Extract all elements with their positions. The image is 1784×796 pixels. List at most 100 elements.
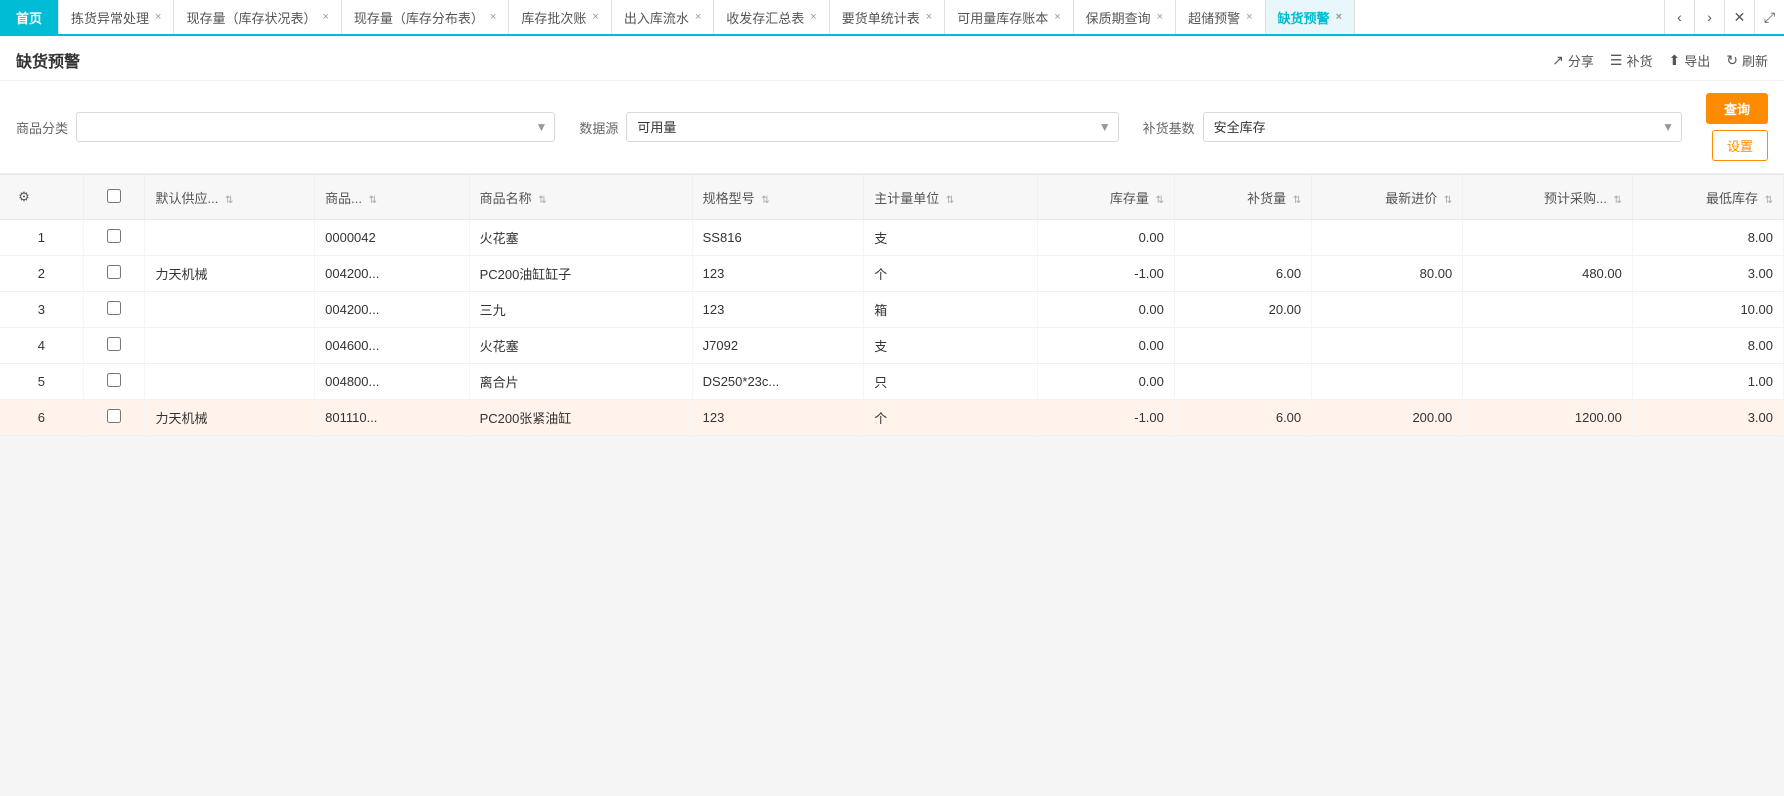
- page-header: 缺货预警 ↗ 分享 ☰ 补货 ⬆ 导出 ↻ 刷新: [0, 36, 1784, 81]
- refresh-icon: ↻: [1726, 52, 1738, 69]
- tab-7[interactable]: 要货单统计表 ×: [830, 0, 945, 34]
- cell-goods-name: PC200张紧油缸: [469, 400, 692, 436]
- th-replenish[interactable]: 补货量 ⇅: [1174, 175, 1311, 220]
- select-all-checkbox[interactable]: [107, 189, 121, 203]
- cell-checkbox[interactable]: [83, 292, 145, 328]
- cell-index: 3: [0, 292, 83, 328]
- cell-stock: -1.00: [1037, 400, 1174, 436]
- replenish-base-label: 补货基数: [1143, 118, 1195, 137]
- tab-10-close[interactable]: ×: [1246, 11, 1252, 23]
- cell-checkbox[interactable]: [83, 256, 145, 292]
- export-button[interactable]: ⬆ 导出: [1669, 51, 1711, 70]
- tab-5-close[interactable]: ×: [695, 11, 701, 23]
- tab-3-close[interactable]: ×: [490, 11, 496, 23]
- cell-index: 5: [0, 364, 83, 400]
- th-goods-no[interactable]: 商品... ⇅: [315, 175, 469, 220]
- row-checkbox[interactable]: [107, 337, 121, 351]
- cell-stock: 0.00: [1037, 364, 1174, 400]
- th-gear[interactable]: ⚙: [0, 175, 83, 220]
- cell-checkbox[interactable]: [83, 220, 145, 256]
- gear-icon[interactable]: ⚙: [10, 183, 38, 211]
- tab-home[interactable]: 首页: [0, 0, 59, 34]
- tab-10-label: 超储预警: [1188, 8, 1240, 27]
- th-latest-price[interactable]: 最新进价 ⇅: [1312, 175, 1463, 220]
- cell-goods-no: 801110...: [315, 400, 469, 436]
- tab-2-close[interactable]: ×: [322, 11, 328, 23]
- tab-3[interactable]: 现存量（库存分布表） ×: [342, 0, 509, 34]
- supplier-sort-icon: ⇅: [225, 195, 233, 206]
- tab-close-current[interactable]: ✕: [1724, 0, 1754, 34]
- cell-unit: 只: [864, 364, 1037, 400]
- th-goods-name-label: 商品名称: [480, 191, 532, 206]
- th-select-all[interactable]: [83, 175, 145, 220]
- tab-7-close[interactable]: ×: [926, 11, 932, 23]
- tab-6[interactable]: 收发存汇总表 ×: [714, 0, 829, 34]
- th-unit[interactable]: 主计量单位 ⇅: [864, 175, 1037, 220]
- th-est-purchase[interactable]: 预计采购... ⇅: [1463, 175, 1633, 220]
- query-button[interactable]: 查询: [1706, 93, 1768, 124]
- row-checkbox[interactable]: [107, 301, 121, 315]
- export-label: 导出: [1684, 51, 1710, 70]
- row-checkbox[interactable]: [107, 229, 121, 243]
- tab-scroll-left[interactable]: ‹: [1664, 0, 1694, 34]
- cell-replenish: 6.00: [1174, 400, 1311, 436]
- data-table: ⚙ 默认供应... ⇅ 商品... ⇅ 商品名称 ⇅: [0, 174, 1784, 436]
- cell-checkbox[interactable]: [83, 364, 145, 400]
- th-supplier[interactable]: 默认供应... ⇅: [145, 175, 315, 220]
- cell-replenish: 6.00: [1174, 256, 1311, 292]
- th-goods-name[interactable]: 商品名称 ⇅: [469, 175, 692, 220]
- replenish-base-select[interactable]: 安全库存: [1203, 112, 1682, 142]
- page-title: 缺货预警: [16, 48, 80, 72]
- tab-9[interactable]: 保质期查询 ×: [1074, 0, 1176, 34]
- spec-sort-icon: ⇅: [761, 195, 769, 206]
- tab-9-label: 保质期查询: [1086, 8, 1151, 27]
- th-min-stock[interactable]: 最低库存 ⇅: [1632, 175, 1783, 220]
- share-label: 分享: [1568, 51, 1594, 70]
- tab-11[interactable]: 缺货预警 ×: [1266, 0, 1355, 34]
- tab-1-label: 拣货异常处理: [71, 8, 149, 27]
- tab-1-close[interactable]: ×: [155, 11, 161, 23]
- tab-6-label: 收发存汇总表: [726, 8, 804, 27]
- replenish-button[interactable]: ☰ 补货: [1610, 51, 1653, 70]
- share-button[interactable]: ↗ 分享: [1552, 51, 1594, 70]
- tab-1[interactable]: 拣货异常处理 ×: [59, 0, 174, 34]
- tab-bar: 首页 拣货异常处理 × 现存量（库存状况表） × 现存量（库存分布表） × 库存…: [0, 0, 1784, 36]
- cell-checkbox[interactable]: [83, 328, 145, 364]
- tab-4-close[interactable]: ×: [592, 11, 598, 23]
- data-source-select[interactable]: 可用量: [626, 112, 1118, 142]
- table-header-row: ⚙ 默认供应... ⇅ 商品... ⇅ 商品名称 ⇅: [0, 175, 1784, 220]
- cell-supplier: 力天机械: [145, 400, 315, 436]
- tab-2[interactable]: 现存量（库存状况表） ×: [174, 0, 341, 34]
- tab-4[interactable]: 库存批次账 ×: [509, 0, 611, 34]
- cell-stock: -1.00: [1037, 256, 1174, 292]
- cell-latest-price: [1312, 364, 1463, 400]
- th-stock-label: 库存量: [1110, 191, 1149, 206]
- tab-6-close[interactable]: ×: [810, 11, 816, 23]
- cell-checkbox[interactable]: [83, 400, 145, 436]
- row-checkbox[interactable]: [107, 409, 121, 423]
- row-checkbox[interactable]: [107, 265, 121, 279]
- setting-button[interactable]: 设置: [1712, 130, 1768, 161]
- tab-9-close[interactable]: ×: [1157, 11, 1163, 23]
- tab-2-label: 现存量（库存状况表）: [186, 8, 316, 27]
- tab-8[interactable]: 可用量库存账本 ×: [945, 0, 1073, 34]
- filter-row: 商品分类 ▼ 数据源 可用量 ▼ 补货基数 安全库存: [0, 81, 1784, 174]
- th-stock[interactable]: 库存量 ⇅: [1037, 175, 1174, 220]
- tab-4-label: 库存批次账: [521, 8, 586, 27]
- goods-category-select[interactable]: [76, 112, 555, 142]
- tab-8-close[interactable]: ×: [1054, 11, 1060, 23]
- tab-5[interactable]: 出入库流水 ×: [612, 0, 714, 34]
- tab-11-close[interactable]: ×: [1336, 11, 1342, 23]
- cell-spec: 123: [692, 292, 864, 328]
- tab-scroll-right[interactable]: ›: [1694, 0, 1724, 34]
- cell-supplier: 力天机械: [145, 256, 315, 292]
- row-checkbox[interactable]: [107, 373, 121, 387]
- tab-maximize[interactable]: ⤢: [1754, 0, 1784, 34]
- refresh-button[interactable]: ↻ 刷新: [1726, 51, 1768, 70]
- cell-goods-name: 火花塞: [469, 328, 692, 364]
- th-replenish-label: 补货量: [1247, 191, 1286, 206]
- tab-10[interactable]: 超储预警 ×: [1176, 0, 1265, 34]
- th-spec[interactable]: 规格型号 ⇅: [692, 175, 864, 220]
- replenish-icon: ☰: [1610, 52, 1623, 69]
- table-row: 5 004800... 离合片 DS250*23c... 只 0.00 1.00: [0, 364, 1784, 400]
